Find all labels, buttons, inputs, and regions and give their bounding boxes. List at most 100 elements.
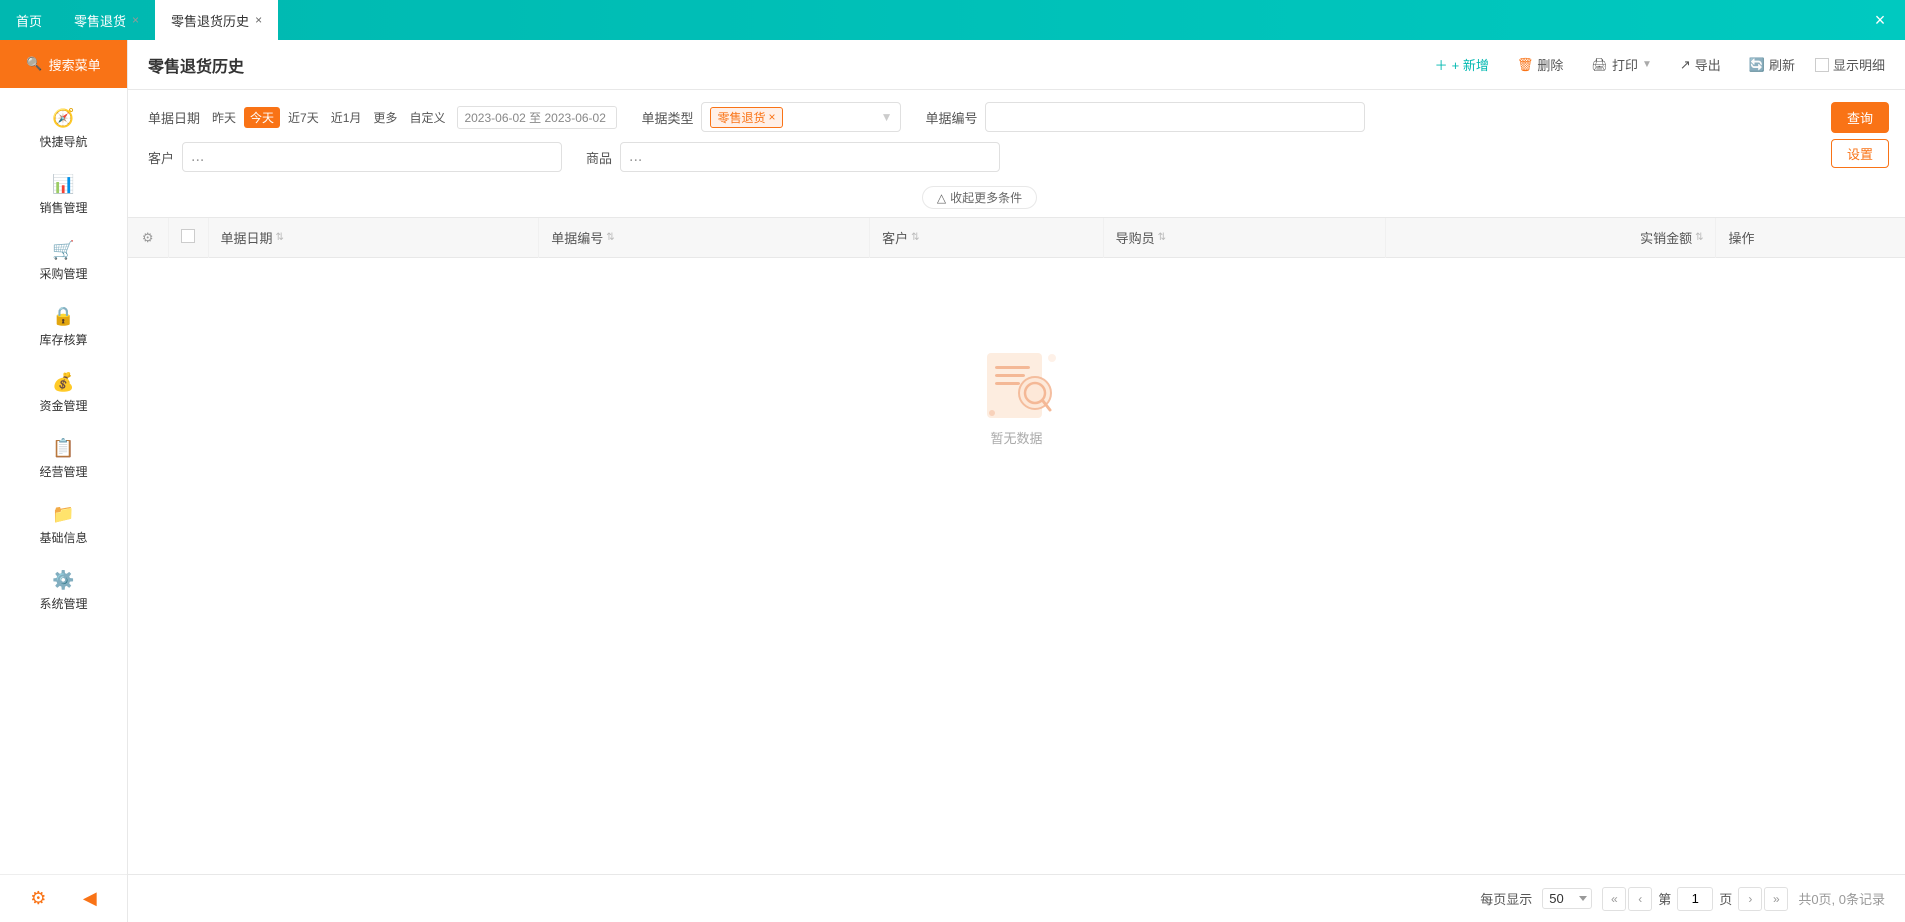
filter-date-group: 单据日期 昨天 今天 近7天 近1月 更多 自定义 2023-06-02 至 2… — [148, 106, 617, 129]
page-number-input[interactable] — [1677, 887, 1713, 911]
page-total: 共0页, 0条记录 — [1798, 889, 1885, 908]
table-head: ⚙ 单据日期 ⇅ 单据编号 — [128, 218, 1905, 258]
filter-query-area: 单据日期 昨天 今天 近7天 近1月 更多 自定义 2023-06-02 至 2… — [128, 90, 1905, 218]
page-last-button[interactable]: » — [1764, 887, 1788, 911]
guide-sort-icon[interactable]: ⇅ — [1158, 232, 1166, 243]
page-label: 第 — [1658, 889, 1671, 908]
tab-home[interactable]: 首页 — [0, 0, 58, 40]
th-guide-label: 导购员 — [1116, 228, 1155, 247]
gear-icon[interactable]: ⚙ — [142, 230, 154, 245]
sidebar-item-inventory[interactable]: 🔒 库存核算 — [0, 294, 127, 360]
date-btn-custom[interactable]: 自定义 — [405, 107, 449, 128]
filter-row-1: 单据日期 昨天 今天 近7天 近1月 更多 自定义 2023-06-02 至 2… — [148, 102, 1811, 132]
inventory-icon: 🔒 — [52, 306, 74, 327]
tab-retail-return-label: 零售退货 — [74, 11, 126, 30]
sidebar-item-purchase-mgmt[interactable]: 🛒 采购管理 — [0, 228, 127, 294]
sidebar-menu: 🧭 快捷导航 📊 销售管理 🛒 采购管理 🔒 库存核算 💰 资金管理 📋 — [0, 88, 127, 874]
header-checkbox[interactable] — [181, 229, 195, 243]
page-size-label: 每页显示 — [1480, 889, 1532, 908]
tab-retail-return-history-label: 零售退货历史 — [171, 11, 249, 30]
sidebar-collapse-button[interactable]: ◀ — [83, 888, 97, 909]
basic-info-icon: 📁 — [52, 504, 74, 525]
amount-sort-icon[interactable]: ⇅ — [1695, 232, 1703, 243]
sidebar-item-system-mgmt[interactable]: ⚙️ 系统管理 — [0, 558, 127, 624]
date-btn-yesterday[interactable]: 昨天 — [208, 107, 240, 128]
window-close-button[interactable]: × — [1855, 0, 1905, 40]
tab-retail-return-history[interactable]: 零售退货历史 × — [155, 0, 278, 40]
display-toggle[interactable]: 显示明细 — [1815, 55, 1885, 74]
filter-type-group: 单据类型 零售退货 × ▼ — [641, 102, 901, 132]
empty-cell: 暂无数据 — [128, 258, 1905, 508]
th-settings: ⚙ — [128, 218, 168, 258]
sidebar-item-operations-mgmt[interactable]: 📋 经营管理 — [0, 426, 127, 492]
refresh-label: 刷新 — [1769, 55, 1795, 74]
page-prev-button[interactable]: ‹ — [1628, 887, 1652, 911]
delete-button[interactable]: 🗑 删除 — [1509, 51, 1572, 78]
query-button[interactable]: 查询 — [1831, 102, 1889, 133]
sidebar-item-sales-mgmt[interactable]: 📊 销售管理 — [0, 162, 127, 228]
export-button[interactable]: ↗ 导出 — [1672, 51, 1729, 78]
filter-type-select[interactable]: 零售退货 × ▼ — [701, 102, 901, 132]
export-label: 导出 — [1695, 55, 1721, 74]
page-size-select[interactable]: 10 20 50 100 — [1542, 888, 1592, 909]
print-dropdown-icon: ▼ — [1642, 59, 1652, 70]
sidebar: 🔍 搜索菜单 🧭 快捷导航 📊 销售管理 🛒 采购管理 🔒 库存核算 💰 — [0, 40, 128, 922]
date-range-input[interactable]: 2023-06-02 至 2023-06-02 — [457, 106, 617, 129]
tab-list: 首页 零售退货 × 零售退货历史 × — [0, 0, 1855, 40]
type-tag-label: 零售退货 — [717, 109, 765, 126]
th-number-label: 单据编号 — [551, 228, 603, 247]
type-tag-close[interactable]: × — [768, 110, 775, 124]
delete-icon: 🗑 — [1517, 57, 1534, 73]
tab-retail-return-close[interactable]: × — [132, 13, 139, 27]
action-buttons: 查询 设置 — [1831, 90, 1905, 217]
sidebar-settings-button[interactable]: ⚙ — [30, 888, 46, 909]
tab-retail-return[interactable]: 零售退货 × — [58, 0, 155, 40]
add-label: + 新增 — [1452, 55, 1489, 74]
settings-button[interactable]: 设置 — [1831, 139, 1889, 168]
delete-label: 删除 — [1537, 55, 1563, 74]
sidebar-item-basic-info[interactable]: 📁 基础信息 — [0, 492, 127, 558]
customer-sort-icon[interactable]: ⇅ — [911, 232, 919, 243]
quick-nav-icon: 🧭 — [52, 108, 74, 129]
print-icon: 🖨 — [1591, 57, 1608, 73]
page-next-button[interactable]: › — [1738, 887, 1762, 911]
sidebar-footer: ⚙ ◀ — [0, 874, 127, 922]
filter-area: 单据日期 昨天 今天 近7天 近1月 更多 自定义 2023-06-02 至 2… — [128, 90, 1831, 217]
collapse-button[interactable]: △ 收起更多条件 — [922, 186, 1037, 209]
date-btn-1month[interactable]: 近1月 — [327, 107, 366, 128]
content-area: 零售退货历史 ＋ + 新增 🗑 删除 🖨 打印 ▼ ↗ 导出 — [128, 40, 1905, 922]
number-sort-icon[interactable]: ⇅ — [606, 232, 614, 243]
search-icon: 🔍 — [26, 56, 42, 72]
date-btn-today[interactable]: 今天 — [244, 107, 280, 128]
empty-text: 暂无数据 — [990, 428, 1042, 447]
toolbar: ＋ + 新增 🗑 删除 🖨 打印 ▼ ↗ 导出 🔄 — [1427, 51, 1885, 78]
sidebar-item-basic-info-label: 基础信息 — [39, 529, 87, 546]
date-sort-icon[interactable]: ⇅ — [276, 232, 284, 243]
tab-retail-return-history-close[interactable]: × — [255, 13, 262, 27]
filter-customer-input[interactable]: ... — [182, 142, 562, 172]
filter-number-group: 单据编号 — [925, 102, 1365, 132]
th-amount: 实销金额 ⇅ — [1385, 218, 1716, 258]
sidebar-item-quick-nav[interactable]: 🧭 快捷导航 — [0, 96, 127, 162]
sales-mgmt-icon: 📊 — [52, 174, 74, 195]
th-checkbox — [168, 218, 208, 258]
date-btn-7days[interactable]: 近7天 — [284, 107, 323, 128]
th-actions: 操作 — [1716, 218, 1905, 258]
filter-goods-group: 商品 ... — [586, 142, 1000, 172]
filter-goods-label: 商品 — [586, 148, 612, 167]
operations-mgmt-icon: 📋 — [52, 438, 74, 459]
refresh-button[interactable]: 🔄 刷新 — [1741, 51, 1803, 78]
th-date: 单据日期 ⇅ — [208, 218, 539, 258]
th-date-label: 单据日期 — [221, 228, 273, 247]
empty-state: 暂无数据 — [128, 258, 1905, 507]
empty-illustration — [967, 338, 1067, 428]
filter-goods-input[interactable]: ... — [620, 142, 1000, 172]
date-btn-more[interactable]: 更多 — [369, 107, 401, 128]
sidebar-search[interactable]: 🔍 搜索菜单 — [0, 40, 127, 88]
sidebar-item-finance-mgmt-label: 资金管理 — [39, 397, 87, 414]
page-first-button[interactable]: « — [1602, 887, 1626, 911]
print-button[interactable]: 🖨 打印 ▼ — [1583, 51, 1659, 78]
filter-number-input[interactable] — [985, 102, 1365, 132]
add-button[interactable]: ＋ + 新增 — [1427, 51, 1497, 78]
sidebar-item-finance-mgmt[interactable]: 💰 资金管理 — [0, 360, 127, 426]
